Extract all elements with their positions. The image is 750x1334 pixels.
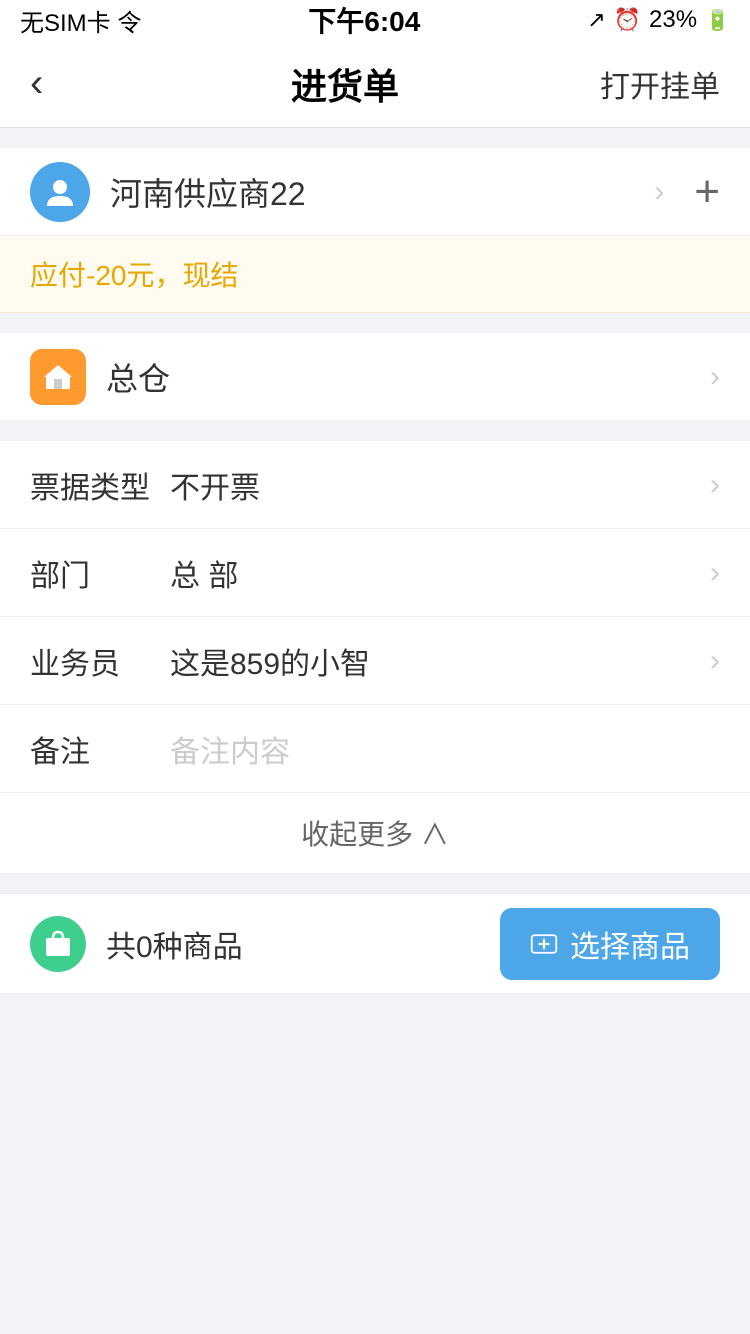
no-sim-text: 无SIM卡 令: [20, 3, 141, 38]
department-value: 总 部: [170, 551, 710, 595]
supplier-name: 河南供应商22: [110, 169, 654, 215]
collapse-row[interactable]: 收起更多 ∧: [0, 793, 750, 873]
battery-icon: 🔋: [705, 8, 730, 33]
supplier-avatar: [30, 162, 90, 222]
salesperson-row[interactable]: 业务员 这是859的小智 ›: [0, 617, 750, 705]
section-gap-3: [0, 421, 750, 441]
department-chevron-icon: ›: [710, 556, 720, 590]
salesperson-chevron-icon: ›: [710, 644, 720, 678]
product-icon-bg: [30, 916, 86, 972]
product-count-label: 共0种商品: [106, 922, 500, 966]
section-gap-2: [0, 313, 750, 333]
status-left: 无SIM卡 令: [20, 3, 141, 38]
battery-text: 23%: [649, 6, 697, 34]
warehouse-icon-bg: [30, 349, 86, 405]
collapse-label: 收起更多 ∧: [301, 813, 449, 853]
remark-row[interactable]: 备注 备注内容: [0, 705, 750, 793]
salesperson-value: 这是859的小智: [170, 639, 710, 683]
warehouse-label: 总仓: [106, 354, 710, 400]
notice-banner: 应付-20元，现结: [0, 236, 750, 313]
department-label: 部门: [30, 551, 170, 595]
page-title: 进货单: [291, 58, 399, 110]
supplier-row[interactable]: 河南供应商22 › +: [0, 148, 750, 236]
nav-bar: ‹ 进货单 打开挂单: [0, 40, 750, 128]
location-icon: ↗: [587, 7, 605, 33]
select-product-button[interactable]: 选择商品: [500, 908, 720, 980]
invoice-type-chevron-icon: ›: [710, 468, 720, 502]
department-row[interactable]: 部门 总 部 ›: [0, 529, 750, 617]
invoice-type-value: 不开票: [170, 463, 710, 507]
back-button[interactable]: ‹: [30, 61, 90, 106]
invoice-type-label: 票据类型: [30, 463, 170, 507]
remark-label: 备注: [30, 727, 170, 771]
bottom-bar: 共0种商品 选择商品: [0, 893, 750, 993]
salesperson-label: 业务员: [30, 639, 170, 683]
notice-text: 应付-20元，现结: [30, 260, 238, 291]
warehouse-chevron-icon: ›: [710, 360, 720, 394]
select-product-label: 选择商品: [570, 922, 690, 966]
open-pending-button[interactable]: 打开挂单: [600, 62, 720, 106]
section-gap-1: [0, 128, 750, 148]
supplier-chevron-icon: ›: [654, 175, 664, 209]
warehouse-row[interactable]: 总仓 ›: [0, 333, 750, 421]
status-time: 下午6:04: [308, 0, 420, 40]
add-button[interactable]: +: [694, 170, 720, 214]
invoice-type-row[interactable]: 票据类型 不开票 ›: [0, 441, 750, 529]
status-right: ↗ ⏰ 23% 🔋: [587, 6, 730, 34]
status-bar: 无SIM卡 令 下午6:04 ↗ ⏰ 23% 🔋: [0, 0, 750, 40]
alarm-icon: ⏰: [614, 7, 641, 33]
remark-input[interactable]: 备注内容: [170, 727, 720, 771]
section-gap-4: [0, 873, 750, 893]
page-background: [0, 993, 750, 1293]
